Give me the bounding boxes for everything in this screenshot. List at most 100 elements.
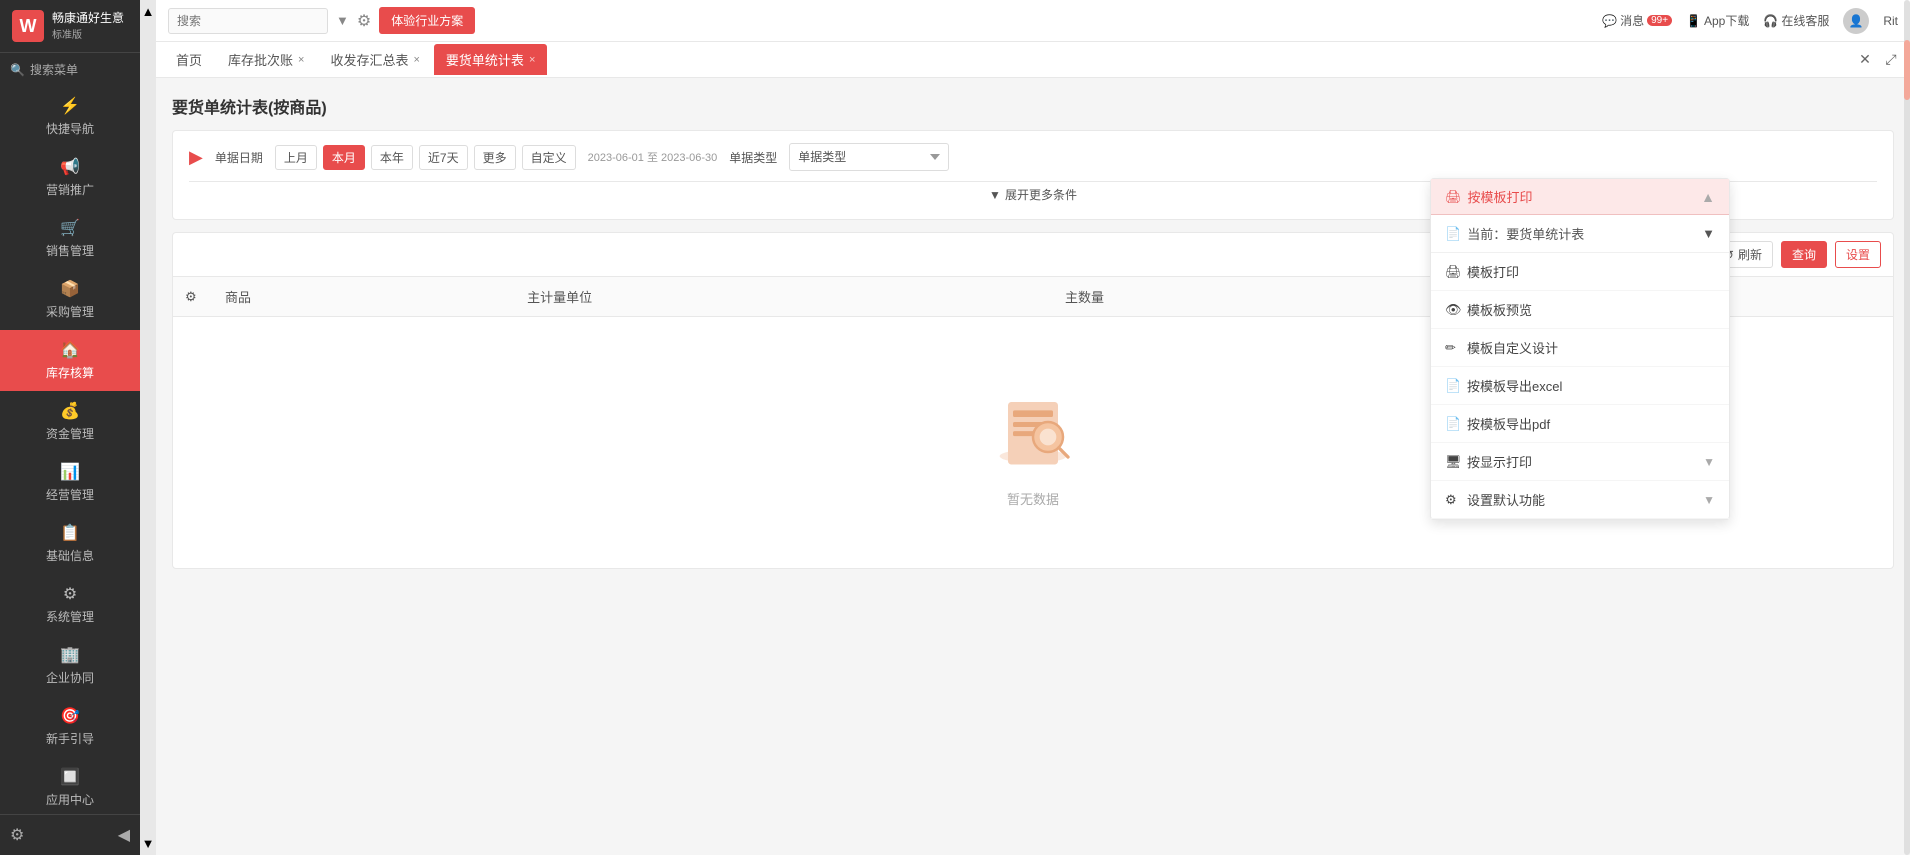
date-btn-current-month[interactable]: 本月	[323, 145, 365, 170]
template-icon: 📄	[1445, 226, 1461, 242]
sidebar-search[interactable]: 🔍 搜索菜单	[0, 53, 140, 86]
sidebar-item-app-center[interactable]: 🔲应用中心	[0, 757, 140, 814]
sidebar-item-icon-newbie: 🎯	[60, 706, 80, 726]
topbar-dropdown-icon[interactable]: ▼	[336, 13, 349, 28]
print-item-icon-template-export-pdf: 📄	[1445, 416, 1461, 432]
print-item-set-default[interactable]: ⚙设置默认功能▼	[1431, 481, 1729, 519]
date-range-text: 2023-06-01 至 2023-06-30	[588, 149, 718, 165]
sidebar-item-icon-finance: 💰	[60, 401, 80, 421]
settings-icon[interactable]: ⚙	[10, 825, 24, 845]
sidebar-items: ⚡ 快捷导航 📢 营销推广 🛒 销售管理 📦采购管理🏠库存核算 💰 资金管理 📊经营管理 📋 基础信息…	[0, 86, 140, 814]
sidebar-item-operations[interactable]: 📊经营管理	[0, 452, 140, 513]
sidebar: W 畅康通好生意 标准版 🔍 搜索菜单 ⚡ 快捷导航 📢 营销推广 🛒 销售管理 📦采购管理…	[0, 0, 140, 855]
scroll-up-btn[interactable]: ▲	[140, 0, 156, 428]
messages-icon: 💬	[1602, 14, 1617, 28]
sidebar-item-icon-base-info: 📋	[60, 523, 80, 543]
date-group: 上月本月本年近7天更多自定义	[275, 145, 576, 170]
sidebar-item-inventory[interactable]: 🏠库存核算	[0, 330, 140, 391]
print-item-icon-template-custom: ✏	[1445, 340, 1456, 356]
sidebar-item-icon-sales: 🛒	[60, 218, 80, 238]
messages-label: 消息	[1620, 12, 1644, 29]
sidebar-item-icon-quick-nav: ⚡	[60, 96, 80, 116]
content-scrollbar[interactable]	[1904, 0, 1910, 855]
online-service-btn[interactable]: 🎧 在线客服	[1763, 12, 1829, 29]
empty-illustration	[983, 377, 1083, 477]
date-btn-prev-month[interactable]: 上月	[275, 145, 317, 170]
print-item-template-export-pdf[interactable]: 📄 按模板导出pdf	[1431, 405, 1729, 443]
print-dropdown-header: 🖨 按模板打印 ▲	[1431, 179, 1729, 215]
sidebar-item-system[interactable]: ⚙系统管理	[0, 574, 140, 635]
tab-label-receipt-summary: 收发存汇总表	[330, 50, 408, 69]
scroll-down-btn[interactable]: ▼	[140, 428, 156, 855]
tab-home[interactable]: 首页	[164, 44, 214, 75]
date-btn-current-year[interactable]: 本年	[371, 145, 413, 170]
print-item-display-print[interactable]: 🖥 按显示打印 ▼	[1431, 443, 1729, 481]
sidebar-item-sales[interactable]: 🛒 销售管理	[0, 208, 140, 269]
print-item-template-export-excel[interactable]: 📄 按模板导出excel	[1431, 367, 1729, 405]
app-download-btn[interactable]: 📱 App下载	[1686, 12, 1749, 29]
print-item-icon-template-print: 🖨	[1445, 264, 1462, 280]
sidebar-item-label-marketing: 营销推广	[46, 181, 94, 198]
print-item-label-template-export-pdf: 按模板导出pdf	[1467, 414, 1550, 433]
messages-badge: 99+	[1647, 15, 1672, 26]
current-chevron-icon: ▼	[1702, 226, 1715, 241]
print-item-template-preview[interactable]: 👁模板板预览	[1431, 291, 1729, 329]
filter-collapse-btn[interactable]: ▶	[189, 147, 203, 168]
topbar-gear-icon[interactable]: ⚙	[357, 11, 371, 31]
online-service-label: 在线客服	[1781, 12, 1829, 29]
settings-btn-label: 设置	[1846, 246, 1870, 263]
print-item-icon-template-export-excel: 📄	[1445, 378, 1461, 394]
sidebar-item-label-finance: 资金管理	[46, 425, 94, 442]
print-dropdown-close-btn[interactable]: ▲	[1701, 189, 1715, 205]
settings-btn[interactable]: 设置	[1835, 241, 1881, 268]
sidebar-item-label-app-center: 应用中心	[46, 791, 94, 808]
print-item-template-custom[interactable]: ✏模板自定义设计	[1431, 329, 1729, 367]
print-item-chevron-display-print: ▼	[1703, 455, 1715, 469]
sidebar-item-base-info[interactable]: 📋 基础信息	[0, 513, 140, 574]
sidebar-item-quick-nav[interactable]: ⚡ 快捷导航	[0, 86, 140, 147]
tab-close-receipt-summary[interactable]: ×	[413, 54, 419, 66]
filter-expand-label: 展开更多条件	[1005, 186, 1077, 203]
print-dropdown: 🖨 按模板打印 ▲ 📄 当前：要货单统计表 ▼ 🖨模板打印👁模板板预览✏模板自定…	[1430, 178, 1730, 520]
sidebar-item-marketing[interactable]: 📢 营销推广	[0, 147, 140, 208]
date-btn-more[interactable]: 更多	[474, 145, 516, 170]
sidebar-item-finance[interactable]: 💰 资金管理	[0, 391, 140, 452]
tab-close-inventory-batch[interactable]: ×	[298, 54, 304, 66]
messages-btn[interactable]: 💬 消息 99+	[1602, 12, 1672, 29]
collapse-icon[interactable]: ◀	[118, 825, 130, 845]
print-item-icon-display-print: 🖥	[1445, 454, 1462, 470]
sidebar-item-label-base-info: 基础信息	[46, 547, 94, 564]
sidebar-item-icon-marketing: 📢	[60, 157, 80, 177]
tab-label-order-stats: 要货单统计表	[446, 50, 524, 69]
sidebar-item-newbie[interactable]: 🎯新手引导	[0, 696, 140, 757]
print-dropdown-items: 🖨模板打印👁模板板预览✏模板自定义设计 📄 按模板导出excel 📄 按模板导出pdf 🖥…	[1431, 253, 1729, 519]
sidebar-item-purchase[interactable]: 📦采购管理	[0, 269, 140, 330]
sidebar-logo: W 畅康通好生意 标准版	[0, 0, 140, 53]
search-icon: 🔍	[10, 63, 25, 77]
sidebar-item-enterprise[interactable]: 🏢企业协同	[0, 635, 140, 696]
user-avatar[interactable]: 👤	[1843, 8, 1869, 34]
topbar: ▼ ⚙ 体验行业方案 💬 消息 99+ 📱 App下载 🎧 在线客服 👤 Rit	[156, 0, 1910, 42]
sidebar-item-label-sales: 销售管理	[46, 242, 94, 259]
order-type-select[interactable]: 单据类型	[789, 143, 949, 171]
close-window-btn[interactable]: ✕	[1854, 49, 1876, 71]
phone-icon: 📱	[1686, 14, 1701, 28]
app-download-label: App下载	[1704, 12, 1749, 29]
topbar-search-input[interactable]	[168, 8, 328, 34]
printer-icon: 🖨	[1445, 189, 1462, 205]
tab-inventory-batch[interactable]: 库存批次账×	[216, 44, 316, 75]
table-col-settings[interactable]: ⚙	[173, 277, 213, 317]
tab-receipt-summary[interactable]: 收发存汇总表 ×	[318, 44, 431, 75]
print-item-label-template-export-excel: 按模板导出excel	[1467, 376, 1562, 395]
maximize-window-btn[interactable]: ⤢	[1880, 49, 1902, 71]
tab-order-stats[interactable]: 要货单统计表 ×	[434, 44, 547, 75]
query-btn[interactable]: 查询	[1781, 241, 1827, 268]
current-template-label[interactable]: 📄 当前：要货单统计表 ▼	[1431, 215, 1729, 253]
sidebar-item-label-quick-nav: 快捷导航	[46, 120, 94, 137]
date-btn-7days[interactable]: 近7天	[419, 145, 468, 170]
date-btn-custom[interactable]: 自定义	[522, 145, 576, 170]
tab-close-order-stats[interactable]: ×	[529, 54, 535, 66]
industry-btn[interactable]: 体验行业方案	[379, 7, 475, 34]
print-item-label-display-print: 按显示打印	[1467, 452, 1532, 471]
print-item-template-print[interactable]: 🖨模板打印	[1431, 253, 1729, 291]
